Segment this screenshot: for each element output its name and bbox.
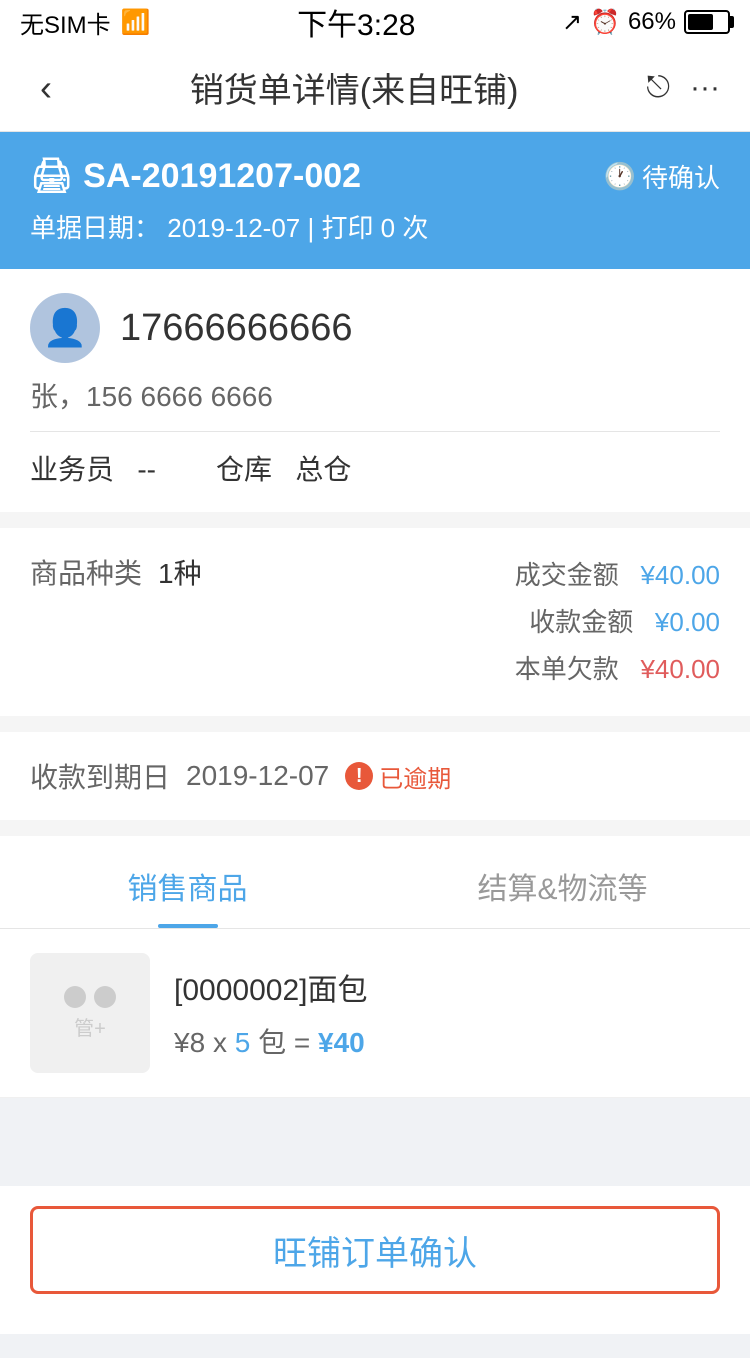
product-logo: 管+ <box>64 986 116 1041</box>
multiply-symbol: x <box>213 1027 227 1058</box>
nav-actions: ⎋ ··· <box>646 71 720 105</box>
order-print-info: | 打印 0 次 <box>307 213 428 243</box>
product-qty: 5 <box>235 1027 251 1058</box>
warehouse-label: 仓库 <box>216 454 272 485</box>
order-icon: 🖨 <box>30 156 73 196</box>
customer-meta: 业务员 -- 仓库 总仓 <box>30 448 720 488</box>
confirm-button-label: 旺铺订单确认 <box>273 1226 477 1275</box>
amount-row: 成交金额 ¥40.00 <box>515 552 720 599</box>
product-name: [0000002]面包 <box>174 965 720 1009</box>
tab-settlement[interactable]: 结算&物流等 <box>375 836 750 928</box>
received-value: ¥0.00 <box>655 607 720 637</box>
product-price: ¥8 x 5 包 = ¥40 <box>174 1021 720 1061</box>
confirm-button-wrapper: 旺铺订单确认 <box>0 1186 750 1334</box>
order-id-text: SA-20191207-002 <box>83 157 361 196</box>
amount-value: ¥40.00 <box>640 560 720 590</box>
overdue-badge: ! 已逾期 <box>345 759 451 794</box>
equals-symbol: = <box>294 1027 310 1058</box>
price-unit: ¥8 <box>174 1027 205 1058</box>
product-thumbnail: 管+ <box>30 953 150 1073</box>
overdue-dot-icon: ! <box>345 762 373 790</box>
tab-sales-products-label: 销售商品 <box>128 873 248 906</box>
product-total: ¥40 <box>318 1027 365 1058</box>
avatar-icon: 👤 <box>43 307 88 349</box>
product-item: 管+ [0000002]面包 ¥8 x 5 包 = ¥40 <box>0 929 750 1098</box>
sales-value: -- <box>137 454 156 485</box>
summary-left: 商品种类 1种 <box>30 552 202 592</box>
customer-phone: 17666666666 <box>120 307 352 350</box>
due-date-section: 收款到期日 2019-12-07 ! 已逾期 <box>0 732 750 820</box>
status-bar-left: 无SIM卡 📶 <box>20 5 151 40</box>
sales-label: 业务员 <box>30 454 114 485</box>
received-label: 收款金额 <box>529 607 633 637</box>
owl-plus: 管+ <box>74 1012 106 1041</box>
battery-fill <box>688 14 713 30</box>
product-code: [0000002] <box>174 974 307 1007</box>
warehouse-info: 仓库 总仓 <box>216 448 351 488</box>
overdue-text: 已逾期 <box>379 759 451 794</box>
status-clock-icon: 🕐 <box>604 161 636 192</box>
order-header: 🖨 SA-20191207-002 🕐 待确认 单据日期： 2019-12-07… <box>0 132 750 269</box>
due-date-label: 收款到期日 <box>30 756 170 796</box>
warehouse-value: 总仓 <box>295 454 351 485</box>
tab-sales-products[interactable]: 销售商品 <box>0 836 375 928</box>
customer-top: 👤 17666666666 <box>30 293 720 363</box>
status-bar-time: 下午3:28 <box>297 0 415 44</box>
owed-value: ¥40.00 <box>640 654 720 684</box>
owl-eye-right <box>94 986 116 1008</box>
status-bar: 无SIM卡 📶 下午3:28 ↗ ⏰ 66% <box>0 0 750 44</box>
order-header-top: 🖨 SA-20191207-002 🕐 待确认 <box>30 156 720 196</box>
product-type-value: 1种 <box>158 552 202 592</box>
back-button[interactable]: ‹ <box>30 57 62 119</box>
battery-percent: 66% <box>628 8 676 36</box>
share-icon[interactable]: ⎋ <box>646 71 670 105</box>
amount-label: 成交金额 <box>515 560 619 590</box>
due-date-value: 2019-12-07 <box>186 760 329 792</box>
product-unit: 包 <box>258 1027 286 1058</box>
customer-name: 张，156 6666 6666 <box>30 375 720 415</box>
order-status: 🕐 待确认 <box>604 158 720 195</box>
alarm-icon: ⏰ <box>590 8 620 37</box>
page-title: 销货单详情(来自旺铺) <box>190 63 519 112</box>
product-info: [0000002]面包 ¥8 x 5 包 = ¥40 <box>174 965 720 1061</box>
order-date-line: 单据日期： 2019-12-07 | 打印 0 次 <box>30 208 720 245</box>
tabs-section: 销售商品 结算&物流等 管+ [0000002]面包 <box>0 836 750 1098</box>
battery-icon <box>684 10 730 34</box>
order-id: 🖨 SA-20191207-002 <box>30 156 361 196</box>
carrier-text: 无SIM卡 <box>20 5 111 40</box>
tab-settlement-label: 结算&物流等 <box>477 873 647 906</box>
order-status-text: 待确认 <box>642 158 720 195</box>
status-bar-right: ↗ ⏰ 66% <box>562 8 730 37</box>
product-type-label: 商品种类 <box>30 552 142 592</box>
wifi-icon: 📶 <box>121 8 151 37</box>
summary-section: 商品种类 1种 成交金额 ¥40.00 收款金额 ¥0.00 本单欠款 ¥40.… <box>0 528 750 716</box>
order-date-label: 单据日期： <box>30 213 160 243</box>
owed-label: 本单欠款 <box>515 654 619 684</box>
more-icon[interactable]: ··· <box>690 71 720 105</box>
owl-eye-left <box>64 986 86 1008</box>
summary-right: 成交金额 ¥40.00 收款金额 ¥0.00 本单欠款 ¥40.00 <box>515 552 720 692</box>
order-date-value: 2019-12-07 <box>167 213 300 243</box>
sales-info: 业务员 -- <box>30 448 156 488</box>
nav-bar: ‹ 销货单详情(来自旺铺) ⎋ ··· <box>0 44 750 132</box>
product-name-text: 面包 <box>307 974 367 1007</box>
confirm-order-button[interactable]: 旺铺订单确认 <box>30 1206 720 1294</box>
received-row: 收款金额 ¥0.00 <box>515 599 720 646</box>
location-icon: ↗ <box>562 8 582 37</box>
customer-section: 👤 17666666666 张，156 6666 6666 业务员 -- 仓库 … <box>0 269 750 512</box>
owed-row: 本单欠款 ¥40.00 <box>515 646 720 693</box>
owl-eyes <box>64 986 116 1008</box>
product-section: 管+ [0000002]面包 ¥8 x 5 包 = ¥40 <box>0 929 750 1098</box>
customer-avatar: 👤 <box>30 293 100 363</box>
tabs-header: 销售商品 结算&物流等 <box>0 836 750 929</box>
